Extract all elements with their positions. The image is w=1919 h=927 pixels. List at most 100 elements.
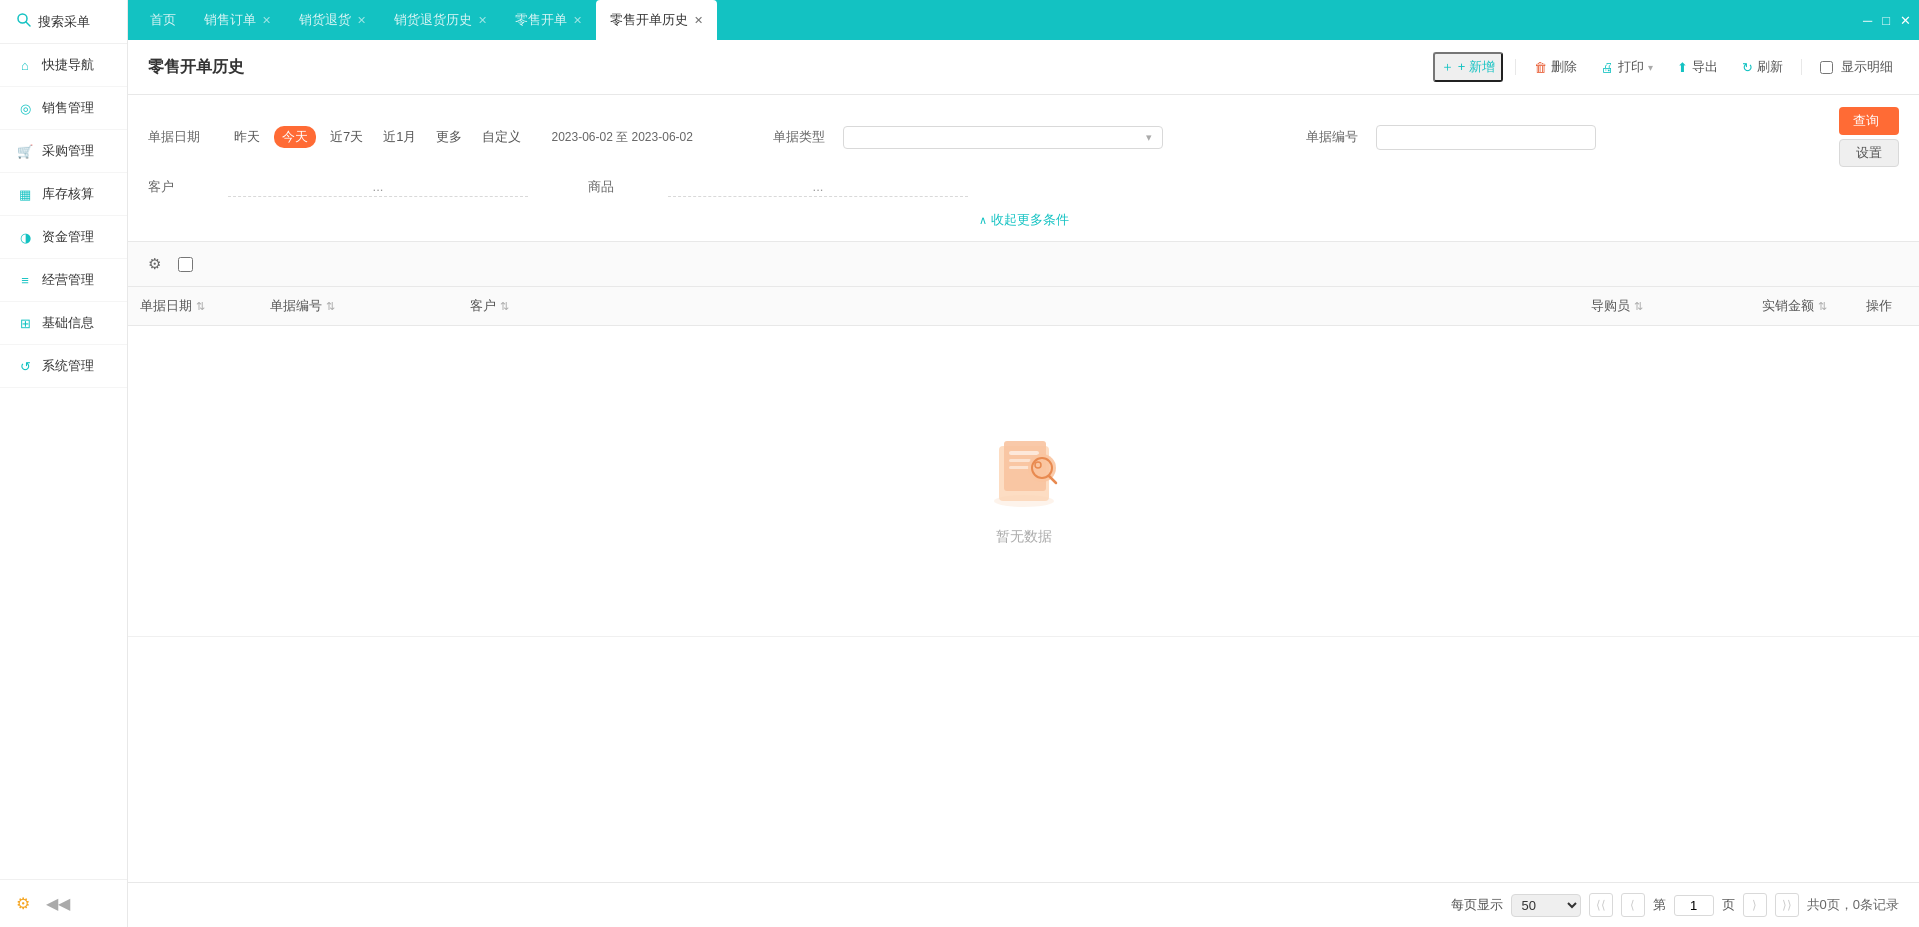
tab-sales-order-close[interactable]: ✕: [262, 14, 271, 27]
bill-no-input[interactable]: [1376, 125, 1596, 150]
col-no[interactable]: 单据编号 ⇅: [258, 287, 458, 326]
cart-icon: 🛒: [16, 142, 34, 160]
sidebar-search-btn[interactable]: 搜索采单: [0, 0, 127, 44]
refresh-button[interactable]: ↻ 刷新: [1736, 54, 1789, 80]
tab-retail-open-close[interactable]: ✕: [573, 14, 582, 27]
print-dropdown-icon[interactable]: ▾: [1648, 62, 1653, 73]
sidebar-item-label: 系统管理: [42, 357, 94, 375]
gear-icon[interactable]: ⚙: [16, 894, 30, 913]
display-detail-checkbox[interactable]: [1820, 61, 1833, 74]
tab-sales-order[interactable]: 销售订单 ✕: [190, 0, 285, 40]
last-page-btn[interactable]: ⟩⟩: [1775, 893, 1799, 917]
sidebar-item-finance[interactable]: ◑ 资金管理: [0, 216, 127, 259]
sidebar-item-sales-mgmt[interactable]: ◎ 销售管理: [0, 87, 127, 130]
box-icon: ▦: [16, 185, 34, 203]
sidebar-search-label: 搜索采单: [38, 13, 90, 31]
first-page-btn[interactable]: ⟨⟨: [1589, 893, 1613, 917]
maximize-icon[interactable]: □: [1882, 13, 1890, 28]
bill-type-label: 单据类型: [773, 128, 833, 146]
col-guide-label: 导购员: [1591, 298, 1630, 313]
collapse-sidebar-icon[interactable]: ◀◀: [46, 894, 70, 913]
query-button[interactable]: 查询: [1839, 107, 1899, 135]
close-icon[interactable]: ✕: [1900, 13, 1911, 28]
sidebar-item-system-mgmt[interactable]: ↺ 系统管理: [0, 345, 127, 388]
tab-retail-open[interactable]: 零售开单 ✕: [501, 0, 596, 40]
tab-home[interactable]: 首页: [136, 0, 190, 40]
col-customer[interactable]: 客户 ⇅: [458, 287, 1579, 326]
sort-customer-icon[interactable]: ⇅: [500, 300, 509, 312]
next-page-btn[interactable]: ⟩: [1743, 893, 1767, 917]
page-title: 零售开单历史: [148, 57, 244, 78]
query-label: 查询: [1853, 112, 1879, 130]
sidebar-item-label: 基础信息: [42, 314, 94, 332]
tab-retail-open-history[interactable]: 零售开单历史 ✕: [596, 0, 717, 40]
collapse-up-icon: ∧: [979, 214, 987, 227]
sidebar-item-basic-info[interactable]: ⊞ 基础信息: [0, 302, 127, 345]
date-option-custom[interactable]: 自定义: [476, 126, 527, 148]
per-page-select[interactable]: 50 100 200: [1511, 894, 1581, 917]
print-button[interactable]: 🖨 打印 ▾: [1595, 54, 1659, 80]
sidebar-item-operations[interactable]: ≡ 经营管理: [0, 259, 127, 302]
tab-sales-return-history[interactable]: 销货退货历史 ✕: [380, 0, 501, 40]
dropdown-icon: ▾: [1146, 131, 1152, 144]
sort-date-icon[interactable]: ⇅: [196, 300, 205, 312]
info-icon: ⊞: [16, 314, 34, 332]
select-all-checkbox[interactable]: [178, 257, 193, 272]
new-button[interactable]: ＋ + 新增: [1433, 52, 1503, 82]
sidebar-item-quick-nav[interactable]: ⌂ 快捷导航: [0, 44, 127, 87]
page-header: 零售开单历史 ＋ + 新增 🗑 删除 🖨 打印 ▾ ⬆ 导出 ↻ 刷新: [128, 40, 1919, 95]
sidebar-bottom: ⚙ ◀◀: [0, 879, 127, 927]
sidebar-item-inventory[interactable]: ▦ 库存核算: [0, 173, 127, 216]
settings-filter-button[interactable]: 设置: [1839, 139, 1899, 167]
sort-amount-icon[interactable]: ⇅: [1818, 300, 1827, 312]
table-toolbar: ⚙: [128, 242, 1919, 287]
tab-sales-return[interactable]: 销货退货 ✕: [285, 0, 380, 40]
bill-type-select[interactable]: ▾: [843, 126, 1163, 149]
col-customer-label: 客户: [470, 298, 496, 313]
date-option-more[interactable]: 更多: [430, 126, 468, 148]
collapse-filter-button[interactable]: ∧ 收起更多条件: [979, 211, 1069, 229]
export-button[interactable]: ⬆ 导出: [1671, 54, 1724, 80]
tab-retail-open-history-close[interactable]: ✕: [694, 14, 703, 27]
display-detail-button[interactable]: 显示明细: [1814, 54, 1899, 80]
main-content: 首页 销售订单 ✕ 销货退货 ✕ 销货退货历史 ✕ 零售开单 ✕ 零售开单历史 …: [128, 0, 1919, 927]
sort-no-icon[interactable]: ⇅: [326, 300, 335, 312]
total-text: 共0页，0条记录: [1807, 896, 1899, 914]
col-date[interactable]: 单据日期 ⇅: [128, 287, 258, 326]
chart-icon: ◎: [16, 99, 34, 117]
sidebar-item-label: 采购管理: [42, 142, 94, 160]
tab-sales-return-label: 销货退货: [299, 11, 351, 29]
sidebar-item-purchase-mgmt[interactable]: 🛒 采购管理: [0, 130, 127, 173]
goods-label: 商品: [588, 178, 648, 196]
col-no-label: 单据编号: [270, 298, 322, 313]
date-option-7days[interactable]: 近7天: [324, 126, 369, 148]
col-amount-label: 实销金额: [1762, 298, 1814, 313]
table-body: 暂无数据: [128, 326, 1919, 637]
divider2: [1801, 59, 1802, 75]
page-suffix: 页: [1722, 896, 1735, 914]
date-option-yesterday[interactable]: 昨天: [228, 126, 266, 148]
tab-sales-return-history-close[interactable]: ✕: [478, 14, 487, 27]
export-label: 导出: [1692, 58, 1718, 76]
customer-input[interactable]: [228, 177, 528, 197]
sort-guide-icon[interactable]: ⇅: [1634, 300, 1643, 312]
date-range-display: 2023-06-02 至 2023-06-02: [551, 129, 692, 146]
col-amount[interactable]: 实销金额 ⇅: [1709, 287, 1839, 326]
bar-chart-icon: ≡: [16, 271, 34, 289]
table-settings-icon[interactable]: ⚙: [140, 250, 168, 278]
refresh-icon: ↻: [1742, 60, 1753, 75]
page-input[interactable]: [1674, 895, 1714, 916]
date-option-1month[interactable]: 近1月: [377, 126, 422, 148]
minimize-icon[interactable]: ─: [1863, 13, 1872, 28]
empty-text: 暂无数据: [996, 528, 1052, 546]
page-label: 第: [1653, 896, 1666, 914]
delete-button[interactable]: 🗑 删除: [1528, 54, 1583, 80]
tab-sales-return-close[interactable]: ✕: [357, 14, 366, 27]
customer-label: 客户: [148, 178, 208, 196]
prev-page-btn[interactable]: ⟨: [1621, 893, 1645, 917]
empty-cell: 暂无数据: [128, 326, 1919, 637]
goods-input[interactable]: [668, 177, 968, 197]
date-option-today[interactable]: 今天: [274, 126, 316, 148]
col-guide[interactable]: 导购员 ⇅: [1579, 287, 1709, 326]
search-icon: [16, 12, 32, 31]
